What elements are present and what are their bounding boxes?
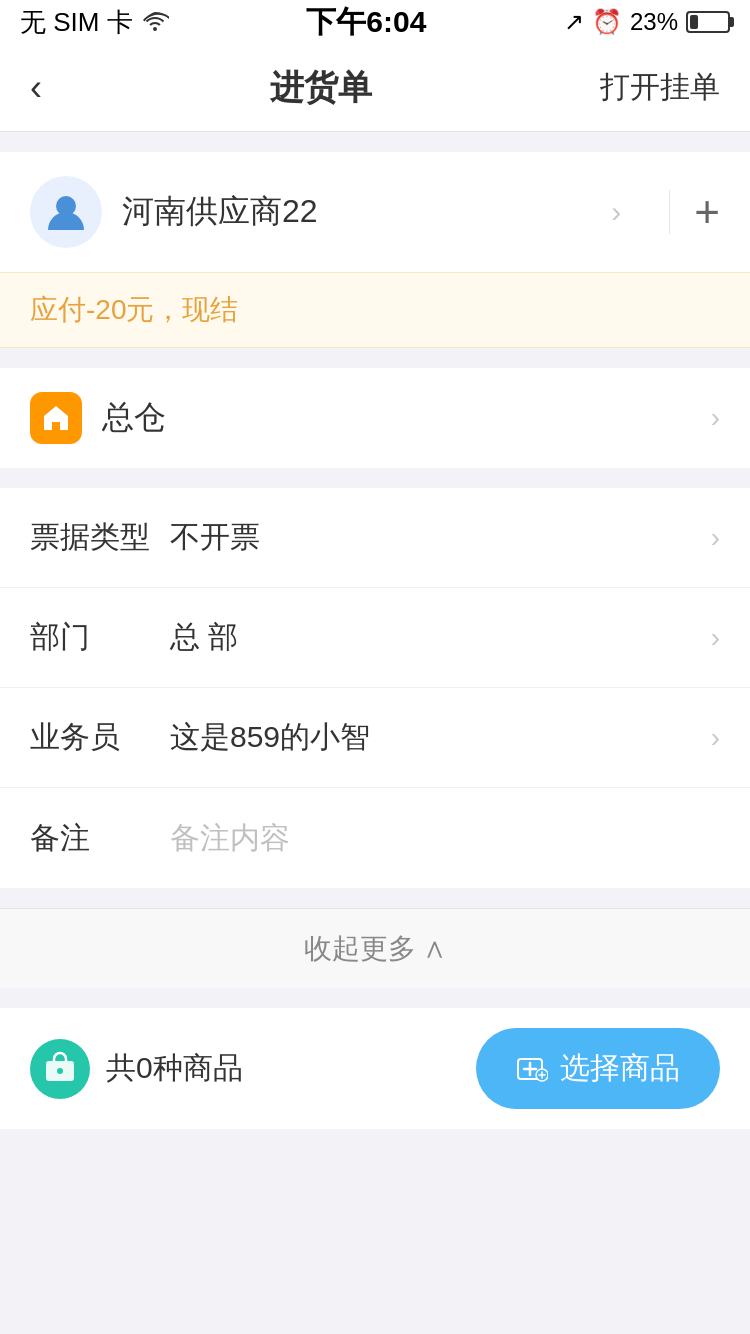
select-product-button[interactable]: 选择商品 <box>476 1028 720 1109</box>
product-count-section: 共0种商品 <box>30 1039 243 1099</box>
status-right: ↗ ⏰ 23% <box>564 8 730 36</box>
svg-rect-1 <box>52 422 60 430</box>
invoice-type-label: 票据类型 <box>30 517 170 558</box>
status-bar: 无 SIM 卡 下午6:04 ↗ ⏰ 23% <box>0 0 750 44</box>
remark-row[interactable]: 备注 备注内容 <box>0 788 750 888</box>
salesperson-label: 业务员 <box>30 717 170 758</box>
department-row[interactable]: 部门 总 部 › <box>0 588 750 688</box>
product-icon <box>30 1039 90 1099</box>
page-title: 进货单 <box>270 65 372 111</box>
battery-percent: 23% <box>630 8 678 36</box>
supplier-divider <box>669 190 670 234</box>
wifi-icon <box>141 7 169 38</box>
supplier-section: 河南供应商22 › + 应付-20元，现结 <box>0 152 750 348</box>
bottom-bar: 共0种商品 选择商品 <box>0 1008 750 1129</box>
supplier-avatar <box>30 176 102 248</box>
invoice-type-row[interactable]: 票据类型 不开票 › <box>0 488 750 588</box>
salesperson-row[interactable]: 业务员 这是859的小智 › <box>0 688 750 788</box>
remark-input[interactable]: 备注内容 <box>170 818 720 859</box>
invoice-type-value: 不开票 <box>170 517 711 558</box>
department-value: 总 部 <box>170 617 711 658</box>
add-supplier-button[interactable]: + <box>694 190 720 234</box>
department-label: 部门 <box>30 617 170 658</box>
collapse-label: 收起更多 ∧ <box>304 930 447 968</box>
notice-banner: 应付-20元，现结 <box>0 272 750 348</box>
supplier-name: 河南供应商22 <box>122 190 611 234</box>
warehouse-row[interactable]: 总仓 › <box>0 368 750 468</box>
select-product-label: 选择商品 <box>560 1048 680 1089</box>
location-icon: ↗ <box>564 8 584 36</box>
product-count-text: 共0种商品 <box>106 1048 243 1089</box>
open-pending-button[interactable]: 打开挂单 <box>600 67 720 108</box>
status-time: 下午6:04 <box>306 2 426 43</box>
svg-point-3 <box>57 1068 63 1074</box>
supplier-row[interactable]: 河南供应商22 › + <box>0 152 750 272</box>
carrier-text: 无 SIM 卡 <box>20 5 133 40</box>
invoice-type-chevron-icon: › <box>711 522 720 554</box>
collapse-row[interactable]: 收起更多 ∧ <box>0 908 750 988</box>
battery-icon <box>686 11 730 33</box>
alarm-icon: ⏰ <box>592 8 622 36</box>
warehouse-chevron-icon: › <box>711 402 720 434</box>
warehouse-icon <box>30 392 82 444</box>
salesperson-chevron-icon: › <box>711 722 720 754</box>
top-divider <box>0 132 750 152</box>
supplier-chevron-icon: › <box>611 195 621 229</box>
form-section: 票据类型 不开票 › 部门 总 部 › 业务员 这是859的小智 › 备注 备注… <box>0 488 750 888</box>
remark-label: 备注 <box>30 818 170 859</box>
salesperson-value: 这是859的小智 <box>170 717 711 758</box>
status-left: 无 SIM 卡 <box>20 5 169 40</box>
department-chevron-icon: › <box>711 622 720 654</box>
nav-bar: ‹ 进货单 打开挂单 <box>0 44 750 132</box>
back-button[interactable]: ‹ <box>30 67 42 109</box>
warehouse-name: 总仓 <box>102 396 711 440</box>
